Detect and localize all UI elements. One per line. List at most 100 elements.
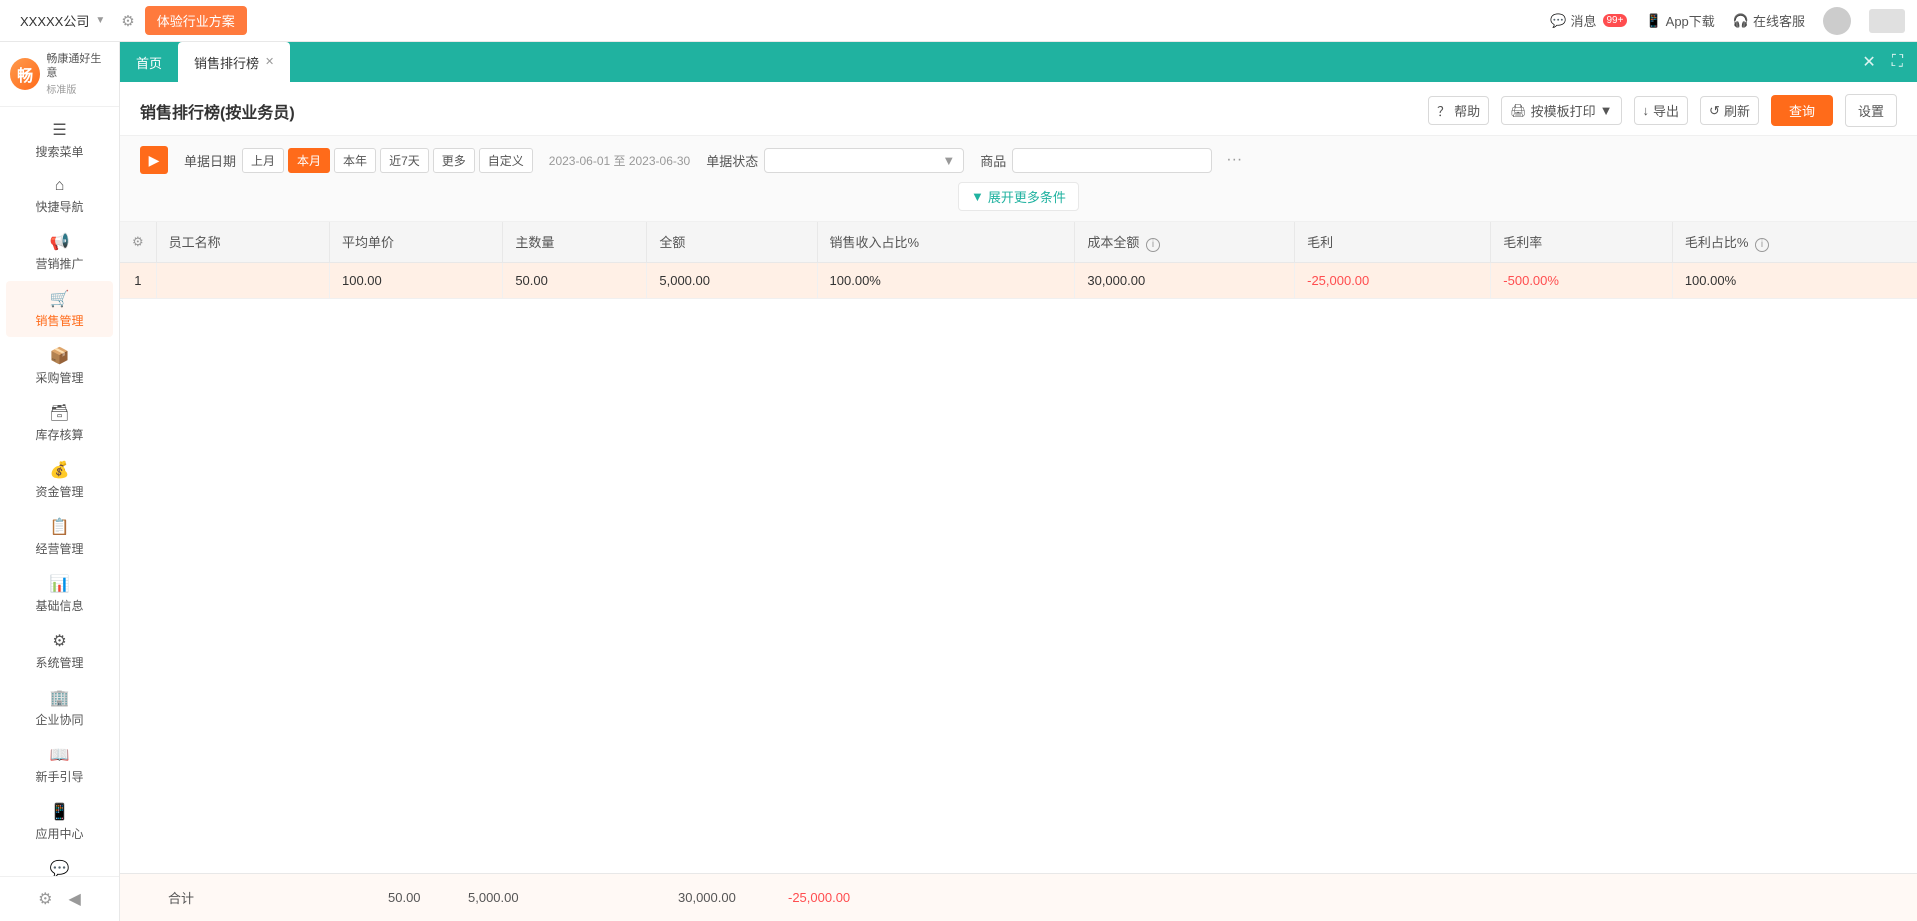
page-header: 销售排行榜(按业务员) ？ 帮助 🖨 按模板打印 ▼ ↓ 导出 ↺ 刷新 [120,82,1917,136]
expand-more-area: ▼ 展开更多条件 [140,182,1897,211]
footer-row: 合计 50.00 5,000.00 30,000.00 -25,000.00 [120,882,1917,913]
sidebar-collapse-btn[interactable]: ◀ [65,885,85,913]
date-filter-buttons: 上月 本月 本年 近7天 更多 自定义 [242,148,533,173]
goods-filter-label: 商品 [980,151,1006,170]
settings-button[interactable]: 设置 [1845,94,1897,127]
sidebar-item-quick-nav[interactable]: ⌂ 快捷导航 [6,169,113,223]
message-label: 消息 [1570,11,1596,30]
sidebar-item-system[interactable]: ⚙ 系统管理 [6,623,113,679]
col-settings: ⚙ [120,222,156,262]
app-download-btn[interactable]: 📱 App下载 [1645,11,1714,30]
page-actions: ？ 帮助 🖨 按模板打印 ▼ ↓ 导出 ↺ 刷新 查询 设置 [1428,94,1897,127]
export-btn[interactable]: ↓ 导出 [1634,96,1689,125]
sidebar-item-enterprise-wechat[interactable]: 💬 企业微信 [6,851,113,876]
help-label: 帮助 [1454,101,1480,120]
date-btn-last-month[interactable]: 上月 [242,148,284,173]
sidebar-label-system: 系统管理 [35,654,83,671]
app-center-icon: 📱 [50,802,70,822]
goods-dots-btn[interactable]: ··· [1218,148,1250,172]
refresh-btn[interactable]: ↺ 刷新 [1700,96,1759,125]
sidebar-settings-btn[interactable]: ⚙ [34,885,56,913]
sidebar-item-marketing[interactable]: 📢 营销推广 [6,224,113,280]
refresh-label: 刷新 [1724,101,1750,120]
avatar[interactable] [1823,7,1851,35]
message-btn[interactable]: 💬 消息 99+ [1550,11,1627,30]
date-btn-7days[interactable]: 近7天 [380,148,429,173]
menu-icon: ☰ [52,120,66,140]
sidebar-item-operation[interactable]: 📋 经营管理 [6,509,113,565]
sidebar-item-new-guide[interactable]: 📖 新手引导 [6,737,113,793]
tab-sales-ranking[interactable]: 销售排行榜 ✕ [178,42,290,82]
sidebar-bottom: ⚙ ◀ [0,876,119,921]
tab-bar: 首页 销售排行榜 ✕ ✕ ⛶ [120,42,1917,82]
col-name-label: 员工名称 [169,235,221,250]
sidebar-item-inventory[interactable]: 🗃 库存核算 [6,395,113,451]
chevron-down-icon: ▼ [95,15,105,26]
sidebar-label-app-center: 应用中心 [35,825,83,842]
col-gross-rate-label: 毛利率 [1503,235,1542,250]
col-sales-pct: 销售收入占比% [817,222,1075,262]
sidebar-item-sales[interactable]: 🛒 销售管理 [6,281,113,337]
filter-expand-icon[interactable]: ▶ [140,146,168,174]
sales-icon: 🛒 [50,289,70,309]
template-print-btn[interactable]: 🖨 按模板打印 ▼ [1501,96,1621,125]
sidebar-item-app-center[interactable]: 📱 应用中心 [6,794,113,850]
main-content: 首页 销售排行榜 ✕ ✕ ⛶ 销售排行榜(按业务员) ？ 帮助 🖨 按模板打印 [120,42,1917,921]
table-header-row: ⚙ 员工名称 平均单价 主数量 [120,222,1917,262]
sidebar-item-search-orders[interactable]: ☰ 搜索菜单 [6,112,113,168]
td-avg-price: 100.00 [329,262,502,298]
sidebar-nav: ☰ 搜索菜单 ⌂ 快捷导航 📢 营销推广 🛒 销售管理 📦 采购管理 🗃 库存核… [0,107,119,876]
expand-more-btn[interactable]: ▼ 展开更多条件 [958,182,1079,211]
td-name [156,262,329,298]
col-amount: 全额 [647,222,817,262]
expand-down-icon: ▼ [971,189,984,204]
marketing-icon: 📢 [50,232,70,252]
td-cost-amount: 30,000.00 [1075,262,1295,298]
sidebar-label-quick-nav: 快捷导航 [35,198,83,215]
trial-button[interactable]: 体验行业方案 [145,6,247,35]
footer-cost-amount: 30,000.00 [666,884,776,911]
sidebar-item-enterprise-collab[interactable]: 🏢 企业协同 [6,680,113,736]
query-button[interactable]: 查询 [1771,95,1833,126]
col-gross-pct-label: 毛利占比% [1685,235,1749,250]
td-main-qty: 50.00 [503,262,647,298]
company-selector[interactable]: XXXXX公司 ▼ [12,7,113,34]
tab-bar-right: ✕ ⛶ [1858,48,1917,76]
cost-info-icon[interactable]: i [1146,238,1160,252]
table-footer: 合计 50.00 5,000.00 30,000.00 -25,000.00 [120,873,1917,921]
col-sales-pct-label: 销售收入占比% [830,235,920,250]
td-sales-pct: 100.00% [817,262,1075,298]
help-btn[interactable]: ？ 帮助 [1428,96,1489,125]
sidebar-item-finance[interactable]: 💰 资金管理 [6,452,113,508]
date-btn-more[interactable]: 更多 [433,148,475,173]
goods-input[interactable] [1021,153,1203,168]
status-filter: 单据状态 ▼ [706,148,964,173]
sidebar-item-purchase[interactable]: 📦 采购管理 [6,338,113,394]
date-btn-custom[interactable]: 自定义 [479,148,533,173]
tab-home[interactable]: 首页 [120,42,178,82]
tab-fullscreen-btn[interactable]: ⛶ [1888,49,1907,75]
top-right-actions: 💬 消息 99+ 📱 App下载 🎧 在线客服 [1550,7,1905,35]
table-settings-icon[interactable]: ⚙ [132,234,144,249]
col-amount-label: 全额 [659,235,685,250]
status-select[interactable]: ▼ [764,148,964,173]
app-name: 畅康通好生意 [46,52,109,81]
sidebar-item-basic-info[interactable]: 📊 基础信息 [6,566,113,622]
tab-close-icon[interactable]: ✕ [265,57,274,68]
settings-icon[interactable]: ⚙ [121,12,134,30]
date-btn-this-year[interactable]: 本年 [334,148,376,173]
print-icon: 🖨 [1510,103,1527,119]
tab-close-all-btn[interactable]: ✕ [1858,48,1879,76]
date-range-display: 2023-06-01 至 2023-06-30 [549,152,690,169]
wechat-icon: 💬 [50,859,70,876]
download-icon: 📱 [1645,13,1661,29]
date-btn-this-month[interactable]: 本月 [288,148,330,173]
date-range-text: 2023-06-01 至 2023-06-30 [549,152,690,169]
filter-row: ▶ 单据日期 上月 本月 本年 近7天 更多 自定义 2023 [140,146,1897,174]
col-name: 员工名称 [156,222,329,262]
operation-icon: 📋 [50,517,70,537]
tab-sales-ranking-label: 销售排行榜 [194,53,259,72]
footer-gross: -25,000.00 [776,884,886,911]
gross-pct-info-icon[interactable]: i [1755,238,1769,252]
online-service-btn[interactable]: 🎧 在线客服 [1733,11,1805,30]
